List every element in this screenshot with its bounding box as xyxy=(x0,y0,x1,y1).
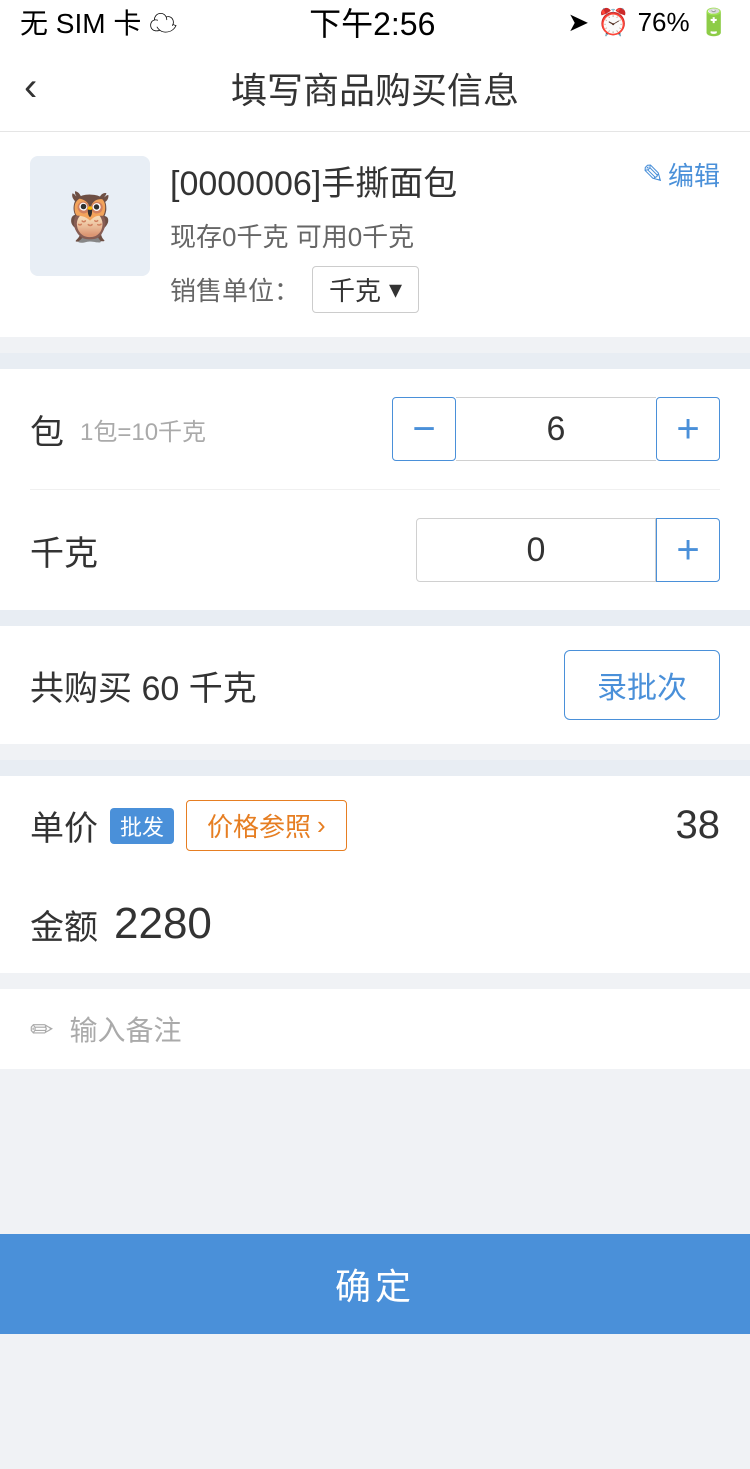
price-label: 单价 xyxy=(30,801,98,850)
nav-bar: ‹ 填写商品购买信息 xyxy=(0,44,750,132)
status-right: ➤ ⏰ 76% 🔋 xyxy=(567,7,730,38)
divider-3 xyxy=(0,760,750,776)
bag-label: 包 xyxy=(30,405,64,454)
product-card: 🦉 [0000006]手撕面包 ✎ 编辑 现存0千克 可用0千克 销售单位： 千… xyxy=(0,132,750,337)
pencil-icon: ✏ xyxy=(30,1013,53,1046)
status-time: 下午2:56 xyxy=(309,0,435,45)
remark-placeholder: 输入备注 xyxy=(69,1009,181,1049)
amount-value: 2280 xyxy=(114,899,212,949)
price-ref-arrow: › xyxy=(317,810,326,841)
product-info: [0000006]手撕面包 ✎ 编辑 现存0千克 可用0千克 销售单位： 千克 … xyxy=(170,156,720,313)
current-stock: 现存0千克 xyxy=(170,222,288,252)
product-thumbnail: 🦉 xyxy=(30,156,150,276)
price-row: 单价 批发 价格参照 › 38 xyxy=(30,800,720,851)
kg-quantity-input[interactable] xyxy=(416,518,656,582)
page-title: 填写商品购买信息 xyxy=(231,62,519,114)
amount-row: 金额 2280 xyxy=(0,875,750,973)
edit-label: 编辑 xyxy=(668,156,720,193)
wholesale-tag: 批发 xyxy=(110,808,174,844)
location-icon: ➤ xyxy=(567,7,589,38)
bag-minus-button[interactable]: − xyxy=(392,397,456,461)
bag-stepper: − + xyxy=(392,397,720,461)
kg-input-row: 千克 + xyxy=(30,490,720,610)
batch-button[interactable]: 录批次 xyxy=(564,650,720,720)
product-name: [0000006]手撕面包 xyxy=(170,156,457,205)
unit-select[interactable]: 千克 ▾ xyxy=(312,266,419,313)
price-label-group: 单价 批发 价格参照 › xyxy=(30,800,347,851)
sim-status: 无 SIM 卡 ☁ xyxy=(20,2,177,42)
available-stock: 可用0千克 xyxy=(296,222,414,252)
unit-value: 千克 xyxy=(329,271,381,308)
status-bar: 无 SIM 卡 ☁ 下午2:56 ➤ ⏰ 76% 🔋 xyxy=(0,0,750,44)
bag-input-row: 包 1包=10千克 − + xyxy=(30,369,720,490)
bag-hint: 1包=10千克 xyxy=(80,412,206,447)
unit-row: 销售单位： 千克 ▾ xyxy=(170,266,720,313)
kg-stepper: + xyxy=(416,518,720,582)
battery-status: 76% xyxy=(638,7,690,38)
input-section: 包 1包=10千克 − + 千克 + xyxy=(0,369,750,610)
edit-button[interactable]: ✎ 编辑 xyxy=(642,156,720,193)
price-ref-label: 价格参照 xyxy=(207,807,311,844)
price-reference-button[interactable]: 价格参照 › xyxy=(186,800,347,851)
unit-label: 销售单位： xyxy=(170,271,300,308)
total-text: 共购买 60 千克 xyxy=(30,661,257,710)
amount-label: 金额 xyxy=(30,900,98,949)
bag-label-group: 包 1包=10千克 xyxy=(30,405,206,454)
dropdown-icon: ▾ xyxy=(389,274,402,305)
kg-plus-button[interactable]: + xyxy=(656,518,720,582)
status-left: 无 SIM 卡 ☁ xyxy=(20,2,177,42)
kg-label: 千克 xyxy=(30,526,98,575)
divider-1 xyxy=(0,353,750,369)
total-section: 共购买 60 千克 录批次 xyxy=(0,626,750,744)
product-logo-icon: 🦉 xyxy=(60,188,120,245)
divider-2 xyxy=(0,610,750,626)
back-button[interactable]: ‹ xyxy=(24,65,37,110)
price-value: 38 xyxy=(676,803,721,848)
edit-icon: ✎ xyxy=(642,159,664,190)
price-section: 单价 批发 价格参照 › 38 xyxy=(0,776,750,875)
stock-info: 现存0千克 可用0千克 xyxy=(170,217,720,254)
battery-icon: 🔋 xyxy=(698,7,730,38)
alarm-icon: ⏰ xyxy=(597,7,629,38)
bag-plus-button[interactable]: + xyxy=(656,397,720,461)
remark-row[interactable]: ✏ 输入备注 xyxy=(0,989,750,1069)
bag-quantity-input[interactable] xyxy=(456,397,656,461)
confirm-button[interactable]: 确定 xyxy=(0,1234,750,1334)
